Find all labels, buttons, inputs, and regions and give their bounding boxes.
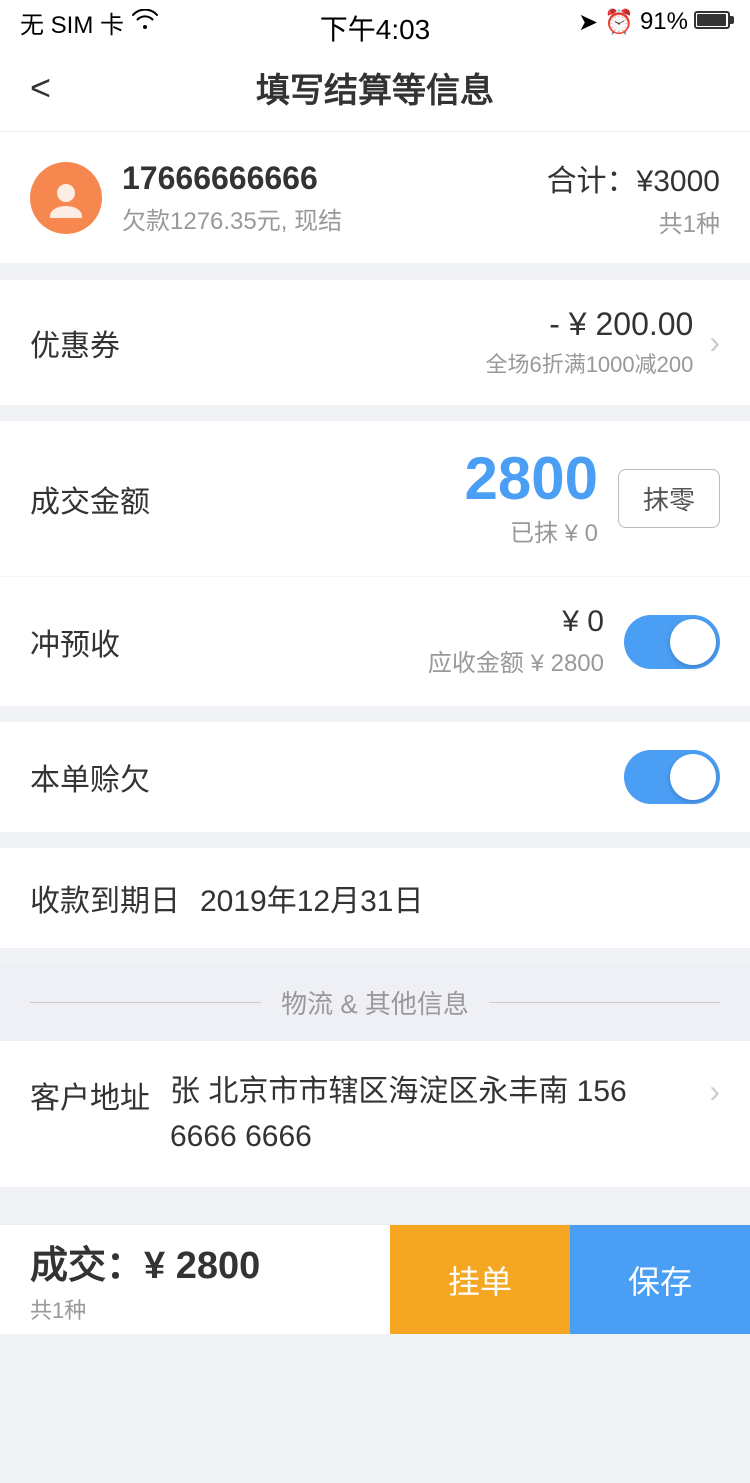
logistics-text: 物流 & 其他信息 (261, 984, 489, 1021)
coupon-row[interactable]: 优惠券 - ¥ 200.00 全场6折满1000减200 › (0, 279, 750, 405)
advance-amount-stack: ¥ 0 应收金额 ¥ 2800 (170, 605, 604, 678)
transaction-section: 成交金额 2800 已抹 ¥ 0 抹零 冲预收 ¥ 0 应收金额 ¥ 2800 (0, 421, 750, 706)
coupon-value-area: - ¥ 200.00 全场6折满1000减200 (485, 306, 693, 379)
user-phone: 17666666666 (122, 160, 547, 197)
status-bar-time: 下午4:03 (320, 8, 431, 48)
location-icon: ➤ (578, 8, 598, 37)
advance-toggle[interactable] (624, 615, 720, 669)
logistics-divider: 物流 & 其他信息 (0, 964, 750, 1041)
carrier-text: 无 SIM 卡 (20, 5, 124, 40)
advance-amount: ¥ 0 (170, 605, 604, 639)
address-value: 张 北京市市辖区海淀区永丰南 156 6666 6666 (170, 1069, 693, 1159)
advance-value-area: ¥ 0 应收金额 ¥ 2800 (170, 605, 720, 678)
hold-button[interactable]: 挂单 (390, 1225, 570, 1334)
page-title: 填写结算等信息 (256, 63, 494, 112)
transaction-amount-stack: 2800 已抹 ¥ 0 (170, 449, 598, 548)
battery-percent: 91% (640, 8, 688, 36)
transaction-row: 成交金额 2800 已抹 ¥ 0 抹零 (0, 421, 750, 577)
bottom-count: 共1种 (30, 1293, 360, 1325)
erased-text: 已抹 ¥ 0 (170, 513, 598, 548)
wifi-icon (132, 8, 158, 36)
duedate-value: 2019年12月31日 (200, 876, 423, 920)
bottom-btn-group: 挂单 保存 (390, 1225, 750, 1334)
coupon-amount: - ¥ 200.00 (485, 306, 693, 343)
back-button[interactable]: < (30, 57, 61, 119)
save-button[interactable]: 保存 (570, 1225, 750, 1334)
transaction-amount: 2800 (170, 449, 598, 509)
bottom-summary: 成交：¥ 2800 共1种 (0, 1234, 390, 1325)
advance-toggle-knob (670, 619, 716, 665)
logistics-line-left (30, 1002, 261, 1003)
advance-label: 冲预收 (30, 620, 170, 664)
baddebt-toggle-knob (670, 754, 716, 800)
coupon-section: 优惠券 - ¥ 200.00 全场6折满1000减200 › (0, 279, 750, 405)
coupon-chevron-right-icon: › (709, 324, 720, 361)
advance-sub: 应收金额 ¥ 2800 (170, 643, 604, 678)
status-bar-right: ➤ ⏰ 91% (578, 8, 730, 37)
status-bar: 无 SIM 卡 下午4:03 ➤ ⏰ 91% (0, 0, 750, 44)
address-chevron-right-icon: › (709, 1073, 720, 1110)
transaction-label: 成交金额 (30, 477, 170, 521)
baddebt-label: 本单赊欠 (30, 755, 624, 799)
duedate-row: 收款到期日 2019年12月31日 (0, 848, 750, 948)
total-amount: 合计：¥3000 (547, 156, 720, 200)
nav-header: < 填写结算等信息 (0, 44, 750, 132)
duedate-section: 收款到期日 2019年12月31日 (0, 848, 750, 948)
user-details: 17666666666 欠款1276.35元, 现结 (122, 160, 547, 236)
baddebt-toggle[interactable] (624, 750, 720, 804)
baddebt-row: 本单赊欠 (0, 722, 750, 832)
coupon-label: 优惠券 (30, 321, 485, 365)
transaction-value-area: 2800 已抹 ¥ 0 抹零 (170, 449, 720, 548)
user-info-row: 17666666666 欠款1276.35元, 现结 合计：¥3000 共1种 (0, 132, 750, 263)
coupon-desc: 全场6折满1000减200 (485, 347, 693, 379)
alarm-icon: ⏰ (604, 8, 634, 37)
address-row[interactable]: 客户地址 张 北京市市辖区海淀区永丰南 156 6666 6666 › (0, 1041, 750, 1187)
baddebt-section: 本单赊欠 (0, 722, 750, 832)
battery-icon (694, 8, 730, 36)
duedate-label: 收款到期日 (30, 876, 180, 920)
round-button[interactable]: 抹零 (618, 469, 720, 528)
address-label: 客户地址 (30, 1073, 170, 1117)
bottom-transaction-amount: ¥ 2800 (144, 1245, 260, 1287)
bottom-transaction-text: 成交：¥ 2800 (30, 1234, 360, 1289)
logistics-line-right (489, 1002, 720, 1003)
advance-row: 冲预收 ¥ 0 应收金额 ¥ 2800 (0, 577, 750, 706)
user-debt: 欠款1276.35元, 现结 (122, 201, 547, 236)
status-bar-left: 无 SIM 卡 (20, 5, 158, 40)
bottom-transaction-label: 成交： (30, 1245, 144, 1287)
bottom-bar: 成交：¥ 2800 共1种 挂单 保存 (0, 1224, 750, 1334)
avatar (30, 162, 102, 234)
user-total: 合计：¥3000 共1种 (547, 156, 720, 239)
total-count: 共1种 (547, 204, 720, 239)
